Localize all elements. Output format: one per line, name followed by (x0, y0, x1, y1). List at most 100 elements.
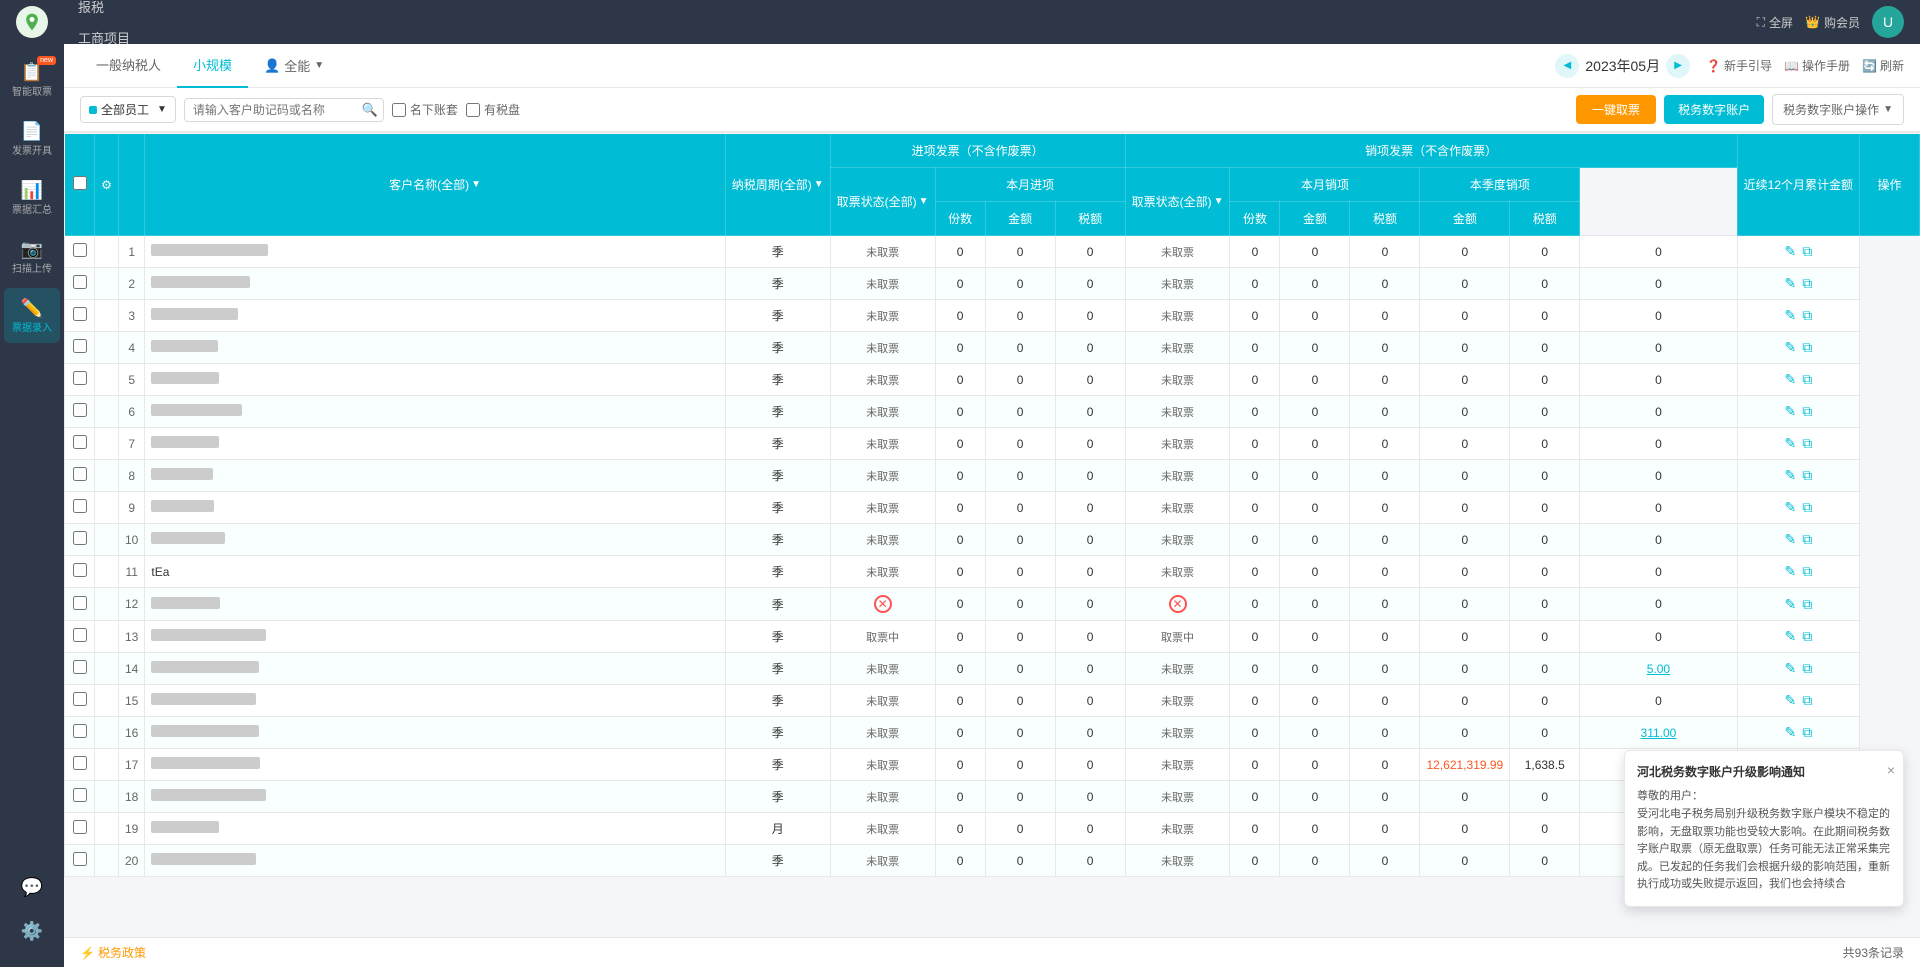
row-checkbox[interactable] (73, 820, 87, 834)
row-checkbox[interactable] (73, 724, 87, 738)
row-checkbox[interactable] (73, 403, 87, 417)
copy-icon[interactable]: ⧉ (1802, 243, 1812, 260)
notification-close-btn[interactable]: × (1887, 759, 1895, 781)
row-cumulative-val[interactable]: 5.00 (1647, 662, 1670, 676)
row-checkbox[interactable] (73, 756, 87, 770)
copy-icon[interactable]: ⧉ (1802, 499, 1812, 516)
tab-general-taxpayer[interactable]: 一般纳税人 (80, 44, 177, 88)
edit-icon[interactable]: ✎ (1784, 628, 1796, 645)
tab-all[interactable]: 👤 全能 ▼ (248, 44, 340, 87)
has-tax-filter[interactable]: 有税盘 (466, 101, 520, 118)
edit-icon[interactable]: ✎ (1784, 563, 1796, 580)
member-btn[interactable]: 👑 购会员 (1805, 14, 1860, 31)
edit-icon[interactable]: ✎ (1784, 692, 1796, 709)
tax-digital-ops-btn[interactable]: 税务数字账户操作 ▼ (1772, 94, 1904, 125)
edit-icon[interactable]: ✎ (1784, 596, 1796, 613)
edit-icon[interactable]: ✎ (1784, 660, 1796, 677)
edit-icon[interactable]: ✎ (1784, 499, 1796, 516)
copy-icon[interactable]: ⧉ (1802, 628, 1812, 645)
in-status-error[interactable]: ✕ (874, 595, 892, 613)
sidebar-item-scan-upload[interactable]: 📷 扫描上传 (4, 229, 60, 284)
copy-icon[interactable]: ⧉ (1802, 403, 1812, 420)
row-checkbox[interactable] (73, 467, 87, 481)
row-checkbox[interactable] (73, 692, 87, 706)
edit-icon[interactable]: ✎ (1784, 275, 1796, 292)
row-checkbox[interactable] (73, 243, 87, 257)
copy-icon[interactable]: ⧉ (1802, 275, 1812, 292)
edit-icon[interactable]: ✎ (1784, 467, 1796, 484)
has-tax-checkbox[interactable] (466, 103, 480, 117)
row-checkbox[interactable] (73, 339, 87, 353)
select-all-checkbox[interactable] (73, 176, 87, 190)
one-click-btn[interactable]: 一键取票 (1576, 95, 1656, 124)
in-status-filter[interactable]: ▼ (919, 196, 929, 207)
edit-icon[interactable]: ✎ (1784, 307, 1796, 324)
edit-icon[interactable]: ✎ (1784, 724, 1796, 741)
row-checkbox[interactable] (73, 788, 87, 802)
row-q-amount: 0 (1420, 524, 1510, 556)
sidebar-item-message[interactable]: 💬 (4, 867, 60, 907)
new-guide-btn[interactable]: ❓ 新手引导 (1706, 57, 1772, 74)
copy-icon[interactable]: ⧉ (1802, 692, 1812, 709)
row-checkbox[interactable] (73, 628, 87, 642)
row-checkbox[interactable] (73, 371, 87, 385)
tax-digital-btn[interactable]: 税务数字账户 (1664, 95, 1764, 124)
out-status-error[interactable]: ✕ (1169, 595, 1187, 613)
edit-icon[interactable]: ✎ (1784, 435, 1796, 452)
row-cumulative-val[interactable]: 311.00 (1641, 726, 1677, 740)
edit-icon[interactable]: ✎ (1784, 531, 1796, 548)
edit-icon[interactable]: ✎ (1784, 371, 1796, 388)
nav-item-报税[interactable]: 报税 (64, 0, 144, 22)
row-checkbox[interactable] (73, 596, 87, 610)
copy-icon[interactable]: ⧉ (1802, 435, 1812, 452)
copy-icon[interactable]: ⧉ (1802, 531, 1812, 548)
col-settings-icon[interactable]: ⚙ (101, 178, 112, 192)
row-in-amount: 0 (985, 236, 1055, 268)
copy-icon[interactable]: ⧉ (1802, 467, 1812, 484)
row-checkbox[interactable] (73, 563, 87, 577)
row-out-status-cell: 取票中 (1125, 621, 1230, 653)
search-icon[interactable]: 🔍 (362, 102, 378, 118)
row-checkbox[interactable] (73, 275, 87, 289)
my-accounts-filter[interactable]: 名下账套 (392, 101, 458, 118)
row-checkbox[interactable] (73, 499, 87, 513)
copy-icon[interactable]: ⧉ (1802, 660, 1812, 677)
copy-icon[interactable]: ⧉ (1802, 307, 1812, 324)
row-checkbox[interactable] (73, 660, 87, 674)
refresh-btn[interactable]: 🔄 刷新 (1862, 57, 1904, 74)
row-checkbox[interactable] (73, 852, 87, 866)
edit-icon[interactable]: ✎ (1784, 403, 1796, 420)
out-status-text: 未取票 (1161, 439, 1194, 451)
sidebar-item-ticket-entry[interactable]: ✏️ 票据录入 (4, 288, 60, 343)
copy-icon[interactable]: ⧉ (1802, 339, 1812, 356)
staff-filter[interactable]: 全部员工 ▼ (80, 96, 176, 123)
row-out-amount: 0 (1280, 717, 1350, 749)
my-accounts-checkbox[interactable] (392, 103, 406, 117)
sidebar-item-smart-ticket[interactable]: 📋 智能取票 (4, 52, 60, 107)
row-in-status-cell: 未取票 (830, 653, 935, 685)
copy-icon[interactable]: ⧉ (1802, 724, 1812, 741)
search-input[interactable] (184, 98, 384, 122)
sidebar-item-settings[interactable]: ⚙️ (4, 911, 60, 951)
sidebar-item-invoice-open[interactable]: 📄 发票开具 (4, 111, 60, 166)
sidebar-item-ticket-summary[interactable]: 📊 票据汇总 (4, 170, 60, 225)
row-checkbox[interactable] (73, 435, 87, 449)
out-status-filter[interactable]: ▼ (1214, 196, 1224, 207)
row-checkbox[interactable] (73, 531, 87, 545)
manual-btn[interactable]: 📖 操作手册 (1784, 57, 1850, 74)
edit-icon[interactable]: ✎ (1784, 339, 1796, 356)
tab-small-scale[interactable]: 小规模 (177, 44, 248, 88)
period-filter-icon[interactable]: ▼ (814, 179, 824, 190)
th-row-num (119, 134, 145, 236)
client-filter-icon[interactable]: ▼ (471, 179, 481, 190)
tax-policy-link[interactable]: ⚡ 税务政策 (80, 944, 146, 961)
avatar[interactable]: U (1872, 6, 1904, 38)
period-next-btn[interactable]: ▶ (1666, 54, 1690, 78)
copy-icon[interactable]: ⧉ (1802, 563, 1812, 580)
fullscreen-btn[interactable]: ⛶ 全屏 (1757, 14, 1793, 31)
row-checkbox[interactable] (73, 307, 87, 321)
copy-icon[interactable]: ⧉ (1802, 371, 1812, 388)
copy-icon[interactable]: ⧉ (1802, 596, 1812, 613)
edit-icon[interactable]: ✎ (1784, 243, 1796, 260)
period-prev-btn[interactable]: ◀ (1555, 54, 1579, 78)
